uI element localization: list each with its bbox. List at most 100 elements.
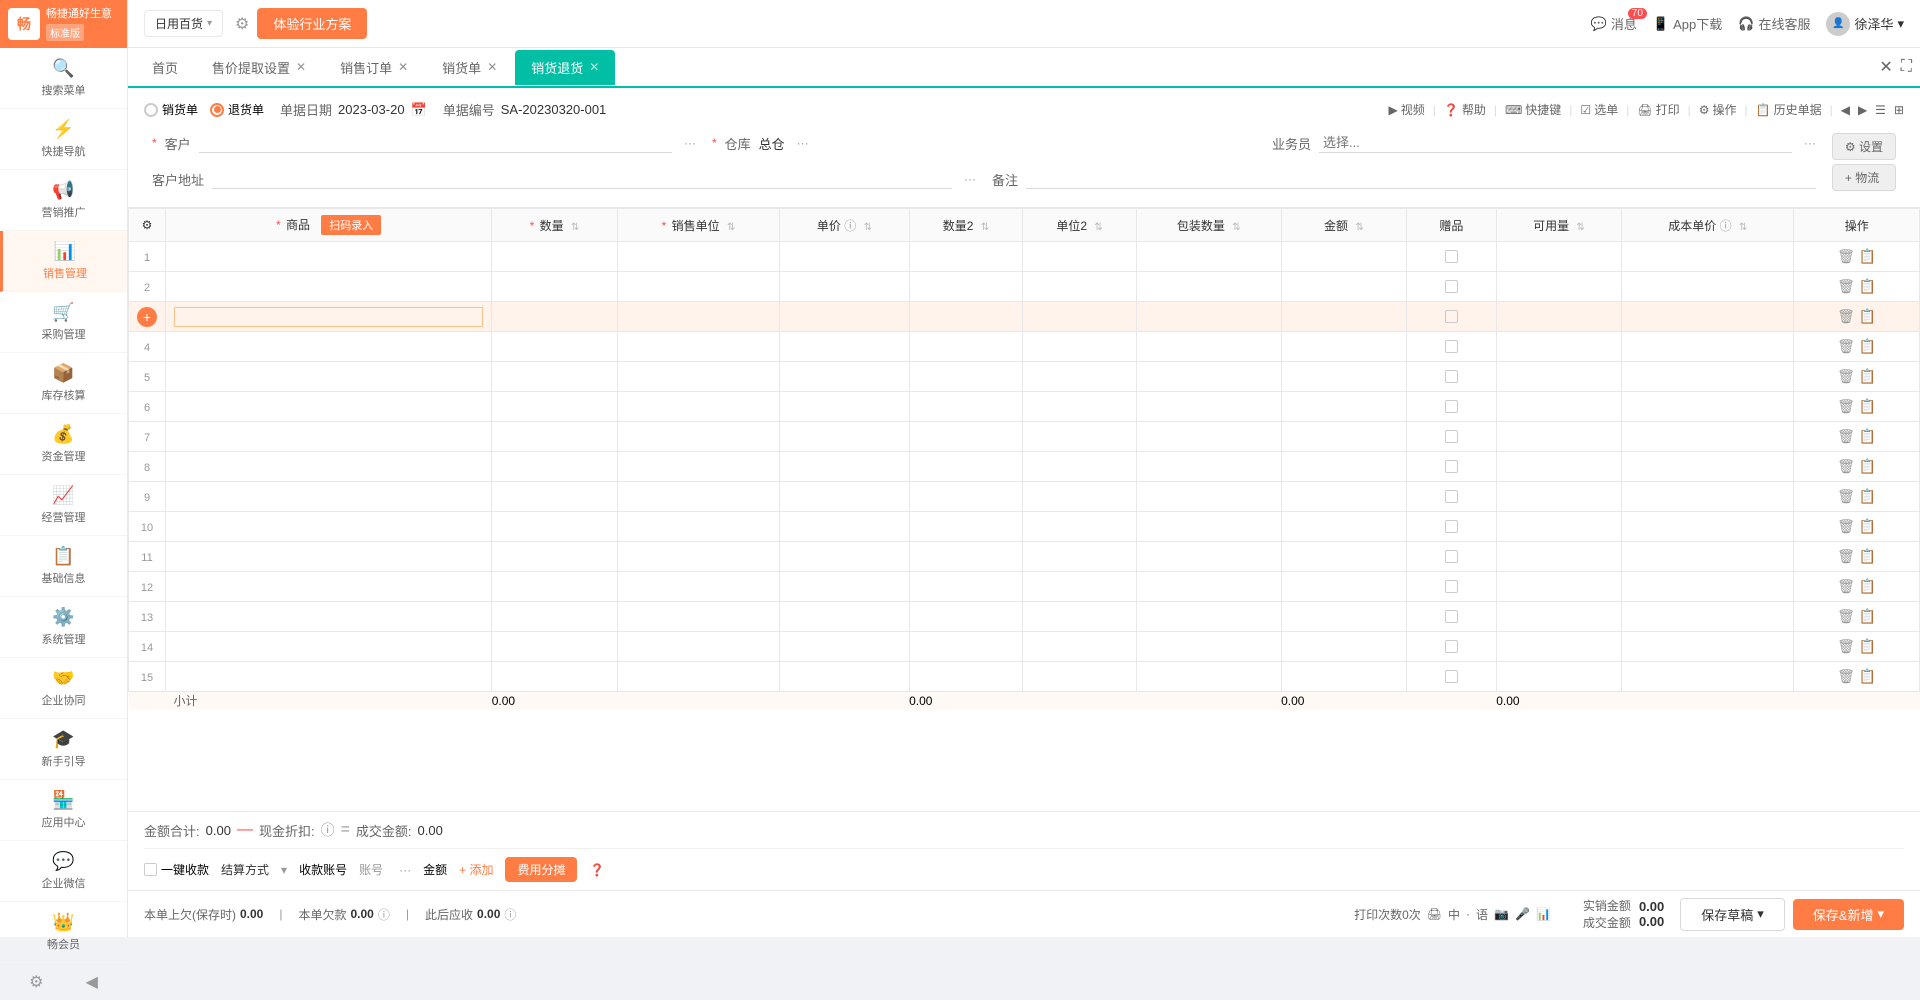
sidebar-item-search[interactable]: 🔍 搜索菜单 [0, 48, 127, 109]
toolbar-view-list[interactable]: ☰ [1875, 103, 1886, 117]
tab-close-price-settings[interactable]: ✕ [296, 60, 306, 74]
delete-row-icon[interactable]: 🗑 [1837, 578, 1855, 595]
toolbar-print[interactable]: 🖨 打印 [1637, 101, 1679, 118]
delete-row-icon[interactable]: 🗑 [1837, 278, 1855, 295]
copy-row-icon[interactable]: 📋 [1859, 578, 1876, 595]
goods-cell[interactable] [166, 302, 492, 332]
sidebar-item-inventory[interactable]: 📦 库存核算 [0, 353, 127, 414]
copy-row-icon[interactable]: 📋 [1859, 398, 1876, 415]
copy-row-icon[interactable]: 📋 [1859, 488, 1876, 505]
gift-checkbox[interactable] [1445, 640, 1458, 653]
toolbar-help[interactable]: ❓ 帮助 [1444, 101, 1486, 118]
address-input[interactable] [212, 169, 952, 189]
delete-row-icon[interactable]: 🗑 [1837, 668, 1855, 685]
tab-close-sales-delivery[interactable]: ✕ [487, 60, 497, 74]
amount-sort-icon[interactable]: ⇅ [1355, 222, 1363, 233]
gift-checkbox[interactable] [1445, 310, 1458, 323]
gift-checkbox[interactable] [1445, 460, 1458, 473]
toolbar-nav-next[interactable]: ▶ [1858, 103, 1867, 117]
sidebar-item-wechat[interactable]: 💬 企业微信 [0, 841, 127, 902]
account-dots[interactable]: ··· [399, 863, 411, 877]
add-button[interactable]: + 添加 [459, 861, 493, 878]
warehouse-dots[interactable]: ··· [797, 136, 809, 150]
cost-price-info-icon[interactable]: ⓘ [1720, 219, 1732, 233]
sidebar-collapse-icon[interactable]: ◀ [86, 972, 98, 992]
toolbar-video[interactable]: ▶ 视频 [1388, 101, 1424, 118]
sidebar-item-appstore[interactable]: 🏪 应用中心 [0, 780, 127, 841]
copy-row-icon[interactable]: 📋 [1859, 338, 1876, 355]
copy-row-icon[interactable]: 📋 [1859, 458, 1876, 475]
add-row-button[interactable]: + [137, 307, 157, 327]
salesperson-input[interactable] [1319, 133, 1792, 153]
gift-checkbox[interactable] [1445, 250, 1458, 263]
copy-row-icon[interactable]: 📋 [1859, 428, 1876, 445]
sidebar-item-guide[interactable]: 🎓 新手引导 [0, 719, 127, 780]
customer-input[interactable] [199, 133, 672, 153]
cash-discount-info-icon[interactable]: ⓘ [321, 820, 335, 840]
sidebar-settings-icon[interactable]: ⚙ [29, 972, 43, 992]
table-gear-icon[interactable]: ⚙ [142, 218, 153, 232]
address-dots[interactable]: ··· [964, 172, 976, 186]
gift-checkbox[interactable] [1445, 340, 1458, 353]
sidebar-item-finance[interactable]: 💰 资金管理 [0, 414, 127, 475]
cta-button[interactable]: 体验行业方案 [257, 8, 367, 39]
copy-row-icon[interactable]: 📋 [1859, 278, 1876, 295]
goods-input[interactable] [174, 307, 483, 327]
toolbar-history[interactable]: 📋 历史单据 [1756, 101, 1822, 118]
delete-row-icon[interactable]: 🗑 [1837, 338, 1855, 355]
copy-row-icon[interactable]: 📋 [1859, 308, 1876, 325]
toolbar-select[interactable]: ☑ 选单 [1580, 101, 1618, 118]
pack-sort-icon[interactable]: ⇅ [1232, 222, 1240, 233]
gift-checkbox[interactable] [1445, 490, 1458, 503]
settings-button[interactable]: ⚙ 设置 [1832, 133, 1896, 160]
delete-row-icon[interactable]: 🗑 [1837, 368, 1855, 385]
settlement-dropdown-icon[interactable]: ▾ [281, 863, 287, 877]
save-new-button[interactable]: 保存&新增 ▾ [1793, 899, 1904, 930]
price-sort-icon[interactable]: ⇅ [864, 222, 872, 233]
copy-row-icon[interactable]: 📋 [1859, 548, 1876, 565]
settlement-label[interactable]: 结算方式 [221, 861, 269, 878]
copy-row-icon[interactable]: 📋 [1859, 368, 1876, 385]
gift-checkbox[interactable] [1445, 610, 1458, 623]
qty2-sort-icon[interactable]: ⇅ [981, 222, 989, 233]
calendar-icon[interactable]: 📅 [411, 102, 427, 118]
copy-row-icon[interactable]: 📋 [1859, 248, 1876, 265]
unit-price-info-icon[interactable]: ⓘ [844, 219, 856, 233]
delete-row-icon[interactable]: 🗑 [1837, 458, 1855, 475]
toolbar-nav-prev[interactable]: ◀ [1841, 103, 1850, 117]
sidebar-item-sales[interactable]: 📊 销售管理 [0, 231, 127, 292]
col-settings[interactable]: ⚙ [129, 209, 166, 242]
customer-dots[interactable]: ··· [684, 136, 696, 150]
delete-row-icon[interactable]: 🗑 [1837, 428, 1855, 445]
radio-return[interactable]: 退货单 [210, 101, 264, 118]
delete-row-icon[interactable]: 🗑 [1837, 488, 1855, 505]
gift-checkbox[interactable] [1445, 370, 1458, 383]
gift-checkbox[interactable] [1445, 550, 1458, 563]
industry-dropdown[interactable]: 日用百货 ▾ [144, 10, 223, 37]
gift-checkbox[interactable] [1445, 280, 1458, 293]
scan-input-button[interactable]: 扫码录入 [321, 215, 381, 235]
unit2-sort-icon[interactable]: ⇅ [1094, 222, 1102, 233]
fee-split-info-icon[interactable]: ❓ [589, 863, 604, 877]
sidebar-item-basic[interactable]: 📋 基础信息 [0, 536, 127, 597]
sidebar-item-purchase[interactable]: 🛒 采购管理 [0, 292, 127, 353]
radio-sales[interactable]: 销货单 [144, 101, 198, 118]
tab-close-sales-return[interactable]: ✕ [589, 60, 599, 74]
cost-sort-icon[interactable]: ⇅ [1739, 222, 1747, 233]
sidebar-item-member[interactable]: 👑 畅会员 [0, 902, 127, 963]
gift-checkbox[interactable] [1445, 670, 1458, 683]
toolbar-view-grid[interactable]: ⊞ [1894, 103, 1904, 117]
qty-sort-icon[interactable]: ⇅ [571, 222, 579, 233]
close-all-tabs-icon[interactable]: ✕ [1879, 57, 1892, 77]
tab-home[interactable]: 首页 [136, 50, 194, 85]
gift-checkbox[interactable] [1445, 520, 1458, 533]
sidebar-item-operation[interactable]: 📈 经营管理 [0, 475, 127, 536]
delete-row-icon[interactable]: 🗑 [1837, 248, 1855, 265]
sidebar-item-shortcut[interactable]: ⚡ 快捷导航 [0, 109, 127, 170]
copy-row-icon[interactable]: 📋 [1859, 668, 1876, 685]
copy-row-icon[interactable]: 📋 [1859, 518, 1876, 535]
delete-row-icon[interactable]: 🗑 [1837, 308, 1855, 325]
sidebar-item-cooperation[interactable]: 🤝 企业协同 [0, 658, 127, 719]
logistics-button[interactable]: + 物流 [1832, 164, 1896, 191]
gift-checkbox[interactable] [1445, 430, 1458, 443]
